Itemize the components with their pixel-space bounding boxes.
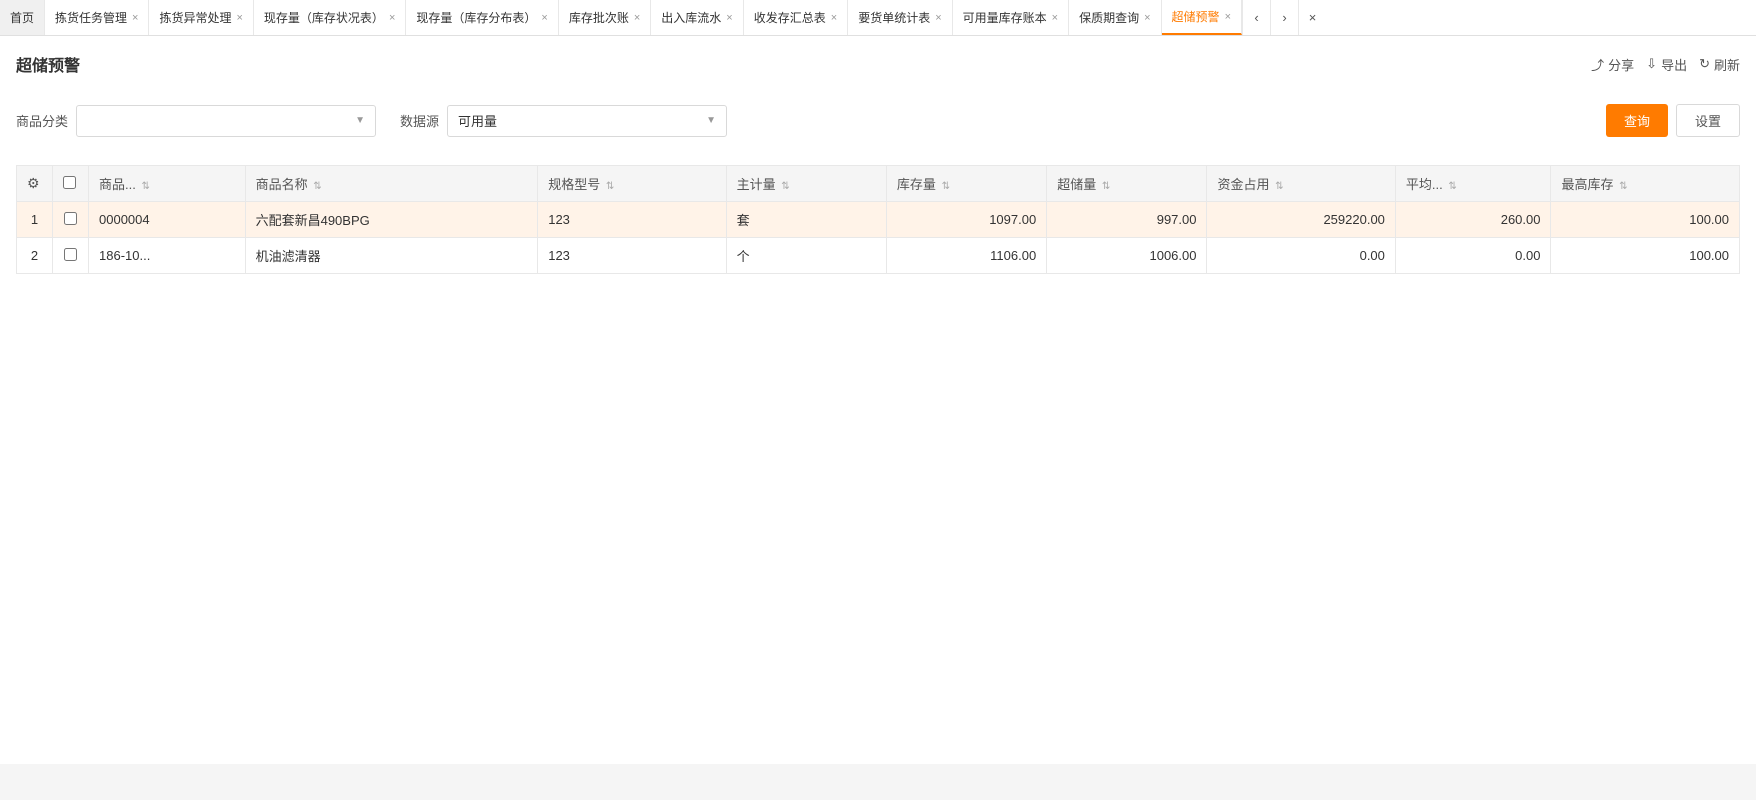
sort-icon-unit: ⇅ (781, 181, 789, 192)
datasource-label: 数据源 (400, 111, 439, 130)
td-stock-1: 1097.00 (886, 202, 1046, 238)
refresh-button[interactable]: ↻ 刷新 (1699, 55, 1740, 74)
th-spec[interactable]: 规格型号 ⇅ (538, 166, 726, 202)
td-row-num-2: 2 (17, 238, 53, 274)
close-tab-11[interactable]: × (1225, 11, 1231, 23)
datasource-select-arrow: ▼ (706, 115, 716, 126)
table-header-row: ⚙ 商品... ⇅ 商品名称 ⇅ 规格型号 ⇅ 主计量 (17, 166, 1740, 202)
td-avg-2: 0.00 (1395, 238, 1551, 274)
th-stock[interactable]: 库存量 ⇅ (886, 166, 1046, 202)
select-all-checkbox[interactable] (63, 176, 76, 189)
td-stock-2: 1106.00 (886, 238, 1046, 274)
category-select[interactable]: ▼ (76, 105, 376, 137)
td-max-stock-2: 100.00 (1551, 238, 1740, 274)
share-button[interactable]: ⤴ 分享 (1591, 55, 1634, 74)
close-tab-5[interactable]: × (634, 12, 640, 24)
close-tab-7[interactable]: × (831, 12, 837, 24)
td-max-stock-1: 100.00 (1551, 202, 1740, 238)
close-tab-6[interactable]: × (726, 12, 732, 24)
nav-tab-6[interactable]: 出入库流水 × (651, 0, 743, 35)
refresh-icon: ↻ (1699, 56, 1710, 72)
td-spec-2: 123 (538, 238, 726, 274)
close-tab-3[interactable]: × (389, 12, 395, 24)
td-unit-2: 个 (726, 238, 886, 274)
setting-button[interactable]: 设置 (1676, 104, 1740, 137)
nav-tab-1[interactable]: 拣货任务管理 × (45, 0, 149, 35)
query-button[interactable]: 查询 (1606, 104, 1668, 137)
page-title: 超储预警 (16, 52, 80, 76)
category-select-arrow: ▼ (355, 115, 365, 126)
sort-icon-overstock: ⇅ (1102, 181, 1110, 192)
close-tab-2[interactable]: × (236, 12, 242, 24)
nav-tab-4[interactable]: 现存量（库存分布表） × (406, 0, 558, 35)
td-spec-1: 123 (538, 202, 726, 238)
close-tab-10[interactable]: × (1144, 12, 1150, 24)
datasource-select[interactable]: 可用量 ▼ (447, 105, 727, 137)
sort-icon-spec: ⇅ (606, 181, 614, 192)
td-product-name-2: 机油滤清器 (245, 238, 538, 274)
settings-icon[interactable]: ⚙ (27, 175, 40, 191)
sort-icon-capital: ⇅ (1275, 181, 1283, 192)
filter-area: 商品分类 ▼ 数据源 可用量 ▼ 查询 设置 (16, 92, 1740, 149)
td-overstock-1: 997.00 (1047, 202, 1207, 238)
close-tab-4[interactable]: × (541, 12, 547, 24)
th-max-stock[interactable]: 最高库存 ⇅ (1551, 166, 1740, 202)
nav-prev-button[interactable]: ‹ (1242, 0, 1270, 35)
td-avg-1: 260.00 (1395, 202, 1551, 238)
page-actions: ⤴ 分享 ⇩ 导出 ↻ 刷新 (1591, 55, 1740, 74)
table-row: 1 0000004 六配套新昌490BPG 123 套 1097.00 997.… (17, 202, 1740, 238)
topbar: 首页 拣货任务管理 × 拣货异常处理 × 现存量（库存状况表） × 现存量（库存… (0, 0, 1756, 36)
th-avg[interactable]: 平均... ⇅ (1395, 166, 1551, 202)
sort-icon-avg: ⇅ (1448, 181, 1456, 192)
td-row-num-1: 1 (17, 202, 53, 238)
export-icon: ⇩ (1646, 56, 1657, 72)
nav-home[interactable]: 首页 (0, 0, 45, 35)
th-product-name[interactable]: 商品名称 ⇅ (245, 166, 538, 202)
td-unit-1: 套 (726, 202, 886, 238)
td-checkbox-2[interactable] (53, 238, 89, 274)
page-header: 超储预警 ⤴ 分享 ⇩ 导出 ↻ 刷新 (16, 52, 1740, 76)
nav-tab-5[interactable]: 库存批次账 × (559, 0, 651, 35)
category-label: 商品分类 (16, 111, 68, 130)
td-product-name-1: 六配套新昌490BPG (245, 202, 538, 238)
nav-tab-8[interactable]: 要货单统计表 × (848, 0, 952, 35)
nav-next-button[interactable]: › (1270, 0, 1298, 35)
datasource-select-value: 可用量 (458, 111, 497, 130)
data-table: ⚙ 商品... ⇅ 商品名称 ⇅ 规格型号 ⇅ 主计量 (16, 165, 1740, 274)
td-product-code-1: 0000004 (89, 202, 246, 238)
nav-tab-2[interactable]: 拣货异常处理 × (149, 0, 253, 35)
th-checkbox (53, 166, 89, 202)
td-overstock-2: 1006.00 (1047, 238, 1207, 274)
sort-icon-product-code: ⇅ (141, 181, 149, 192)
sort-icon-max-stock: ⇅ (1619, 181, 1627, 192)
close-tab-9[interactable]: × (1052, 12, 1058, 24)
datasource-filter-group: 数据源 可用量 ▼ (400, 105, 727, 137)
nav-tab-3[interactable]: 现存量（库存状况表） × (254, 0, 406, 35)
category-filter-group: 商品分类 ▼ (16, 105, 376, 137)
td-checkbox-1[interactable] (53, 202, 89, 238)
nav-close-button[interactable]: × (1298, 0, 1326, 35)
th-product-code[interactable]: 商品... ⇅ (89, 166, 246, 202)
export-button[interactable]: ⇩ 导出 (1646, 55, 1687, 74)
th-unit[interactable]: 主计量 ⇅ (726, 166, 886, 202)
table-row: 2 186-10... 机油滤清器 123 个 1106.00 1006.00 … (17, 238, 1740, 274)
nav-tab-11[interactable]: 超储预警 × (1162, 0, 1242, 35)
th-settings: ⚙ (17, 166, 53, 202)
th-capital[interactable]: 资金占用 ⇅ (1207, 166, 1395, 202)
sort-icon-product-name: ⇅ (313, 181, 321, 192)
nav-tab-10[interactable]: 保质期查询 × (1069, 0, 1161, 35)
td-capital-2: 0.00 (1207, 238, 1395, 274)
share-icon: ⤴ (1591, 55, 1604, 74)
sort-icon-stock: ⇅ (942, 181, 950, 192)
td-product-code-2: 186-10... (89, 238, 246, 274)
td-capital-1: 259220.00 (1207, 202, 1395, 238)
close-tab-8[interactable]: × (935, 12, 941, 24)
nav-tab-7[interactable]: 收发存汇总表 × (744, 0, 848, 35)
close-tab-1[interactable]: × (132, 12, 138, 24)
main-content: 超储预警 ⤴ 分享 ⇩ 导出 ↻ 刷新 商品分类 ▼ 数据源 (0, 36, 1756, 764)
th-overstock[interactable]: 超储量 ⇅ (1047, 166, 1207, 202)
nav-tab-9[interactable]: 可用量库存账本 × (953, 0, 1069, 35)
filter-buttons: 查询 设置 (1606, 104, 1740, 137)
